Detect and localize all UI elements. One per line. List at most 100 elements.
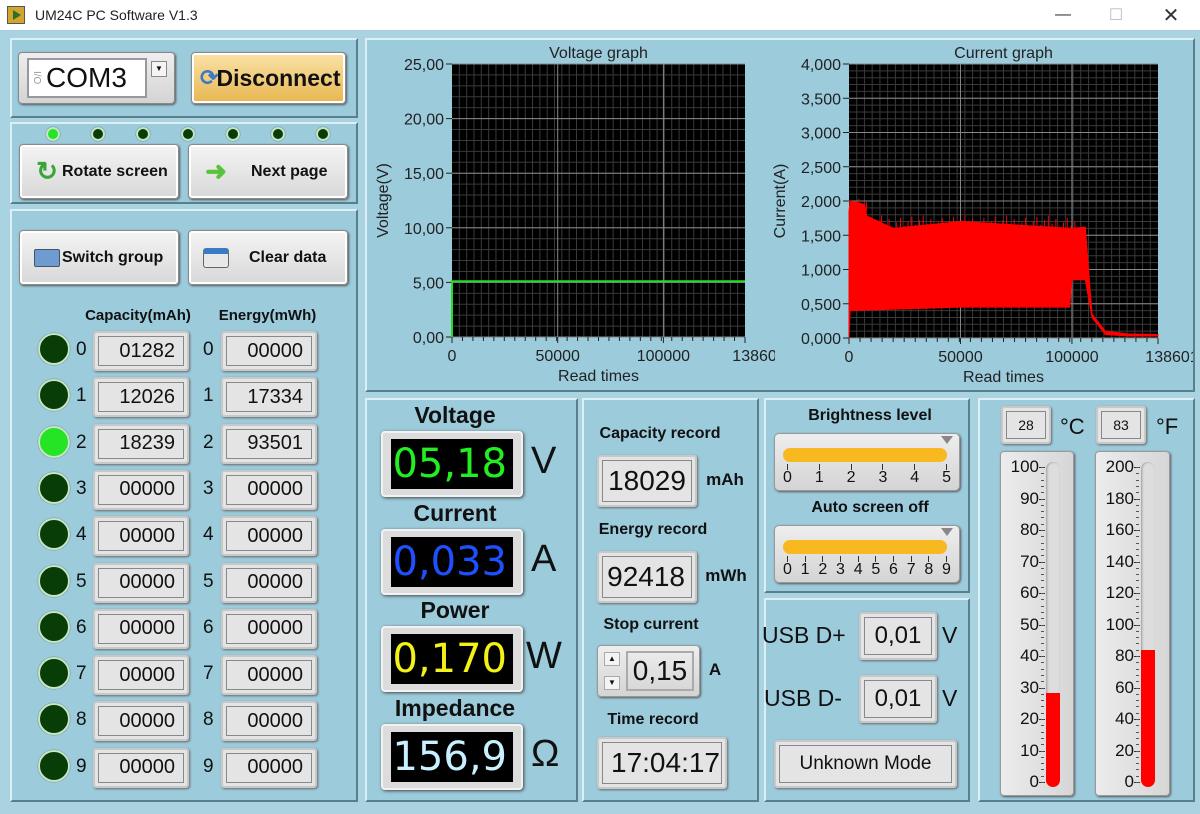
thermometer-minor-tick xyxy=(1136,473,1139,475)
port-select[interactable]: I/O COM3 ▼ xyxy=(18,52,175,104)
celsius-thermometer: 100 90 80 70 60 50 40 30 20 10 0 xyxy=(1000,451,1074,796)
clear-data-button[interactable]: Clear data xyxy=(188,230,348,285)
capacity-value: 00000 xyxy=(93,469,189,510)
thermometer-minor-tick xyxy=(1136,624,1139,626)
group-led xyxy=(38,518,70,551)
arrow-right-icon: ➜ xyxy=(205,156,227,186)
x-tick-label: 100000 xyxy=(1045,349,1098,366)
thermometer-minor-tick xyxy=(1041,605,1044,607)
thermometer-minor-tick xyxy=(1041,763,1044,765)
capacity-value: 00000 xyxy=(93,655,189,696)
celsius-value: 28 xyxy=(1001,406,1051,444)
thermometer-minor-tick xyxy=(1041,555,1044,557)
thermometer-minor-tick xyxy=(1041,706,1044,708)
thermometer-minor-tick xyxy=(1041,593,1044,594)
slider-tick-label: 1 xyxy=(801,556,810,578)
thermometer-minor-tick xyxy=(1041,687,1044,689)
disconnect-button[interactable]: ⟳ Disconnect xyxy=(191,52,346,104)
thermometer-minor-tick xyxy=(1041,561,1044,563)
group-led xyxy=(38,657,70,690)
slider-thumb[interactable] xyxy=(941,436,953,444)
energy-value: 00000 xyxy=(221,516,317,557)
thermometer-minor-tick xyxy=(1136,485,1139,487)
switch-group-button[interactable]: Switch group xyxy=(19,230,179,285)
page-indicator-led xyxy=(316,127,330,141)
voltage-display: 05,18 xyxy=(381,431,523,497)
thermometer-tube xyxy=(1046,462,1060,787)
y-tick-label: 3,500 xyxy=(801,91,841,108)
x-axis-label: Read times xyxy=(963,369,1044,386)
brightness-slider[interactable]: 012345 xyxy=(774,433,960,491)
thermometer-minor-tick xyxy=(1136,725,1139,727)
current-graph: Current graph 0,000 0,500 1,000 1,500 2,000 2,… xyxy=(772,45,1193,386)
slider-scale: 012345 xyxy=(783,464,951,486)
port-value: COM3 xyxy=(46,62,127,93)
power-unit: W xyxy=(526,635,562,677)
energy-value: 00000 xyxy=(221,469,317,510)
thermometer-minor-tick xyxy=(1041,542,1044,544)
thermometer-tick-label: 80 xyxy=(1115,646,1134,665)
thermometer-minor-tick xyxy=(1041,637,1044,639)
thermometer-minor-tick xyxy=(1136,504,1139,506)
title-bar: UM24C PC Software V1.3 — ☐ ✕ xyxy=(0,0,1200,30)
thermometer-minor-tick xyxy=(1041,674,1044,676)
thermometer-minor-tick xyxy=(1136,561,1139,563)
thermometer-tick-label: 20 xyxy=(1020,709,1039,728)
thermometer-tick-label: 90 xyxy=(1020,488,1039,508)
slider-tick-label: 0 xyxy=(783,464,792,486)
close-button[interactable]: ✕ xyxy=(1148,0,1194,30)
screen-off-slider[interactable]: 0123456789 xyxy=(774,525,960,583)
thermometer-minor-tick xyxy=(1136,687,1139,689)
thermometer-minor-tick xyxy=(1136,763,1139,765)
decrement-button[interactable]: ▼ xyxy=(604,676,620,690)
group-index: 9 xyxy=(203,755,214,777)
rotate-screen-button[interactable]: ↻ Rotate screen xyxy=(19,144,179,199)
thermometer-minor-tick xyxy=(1041,467,1044,468)
thermometer-minor-tick xyxy=(1041,744,1044,746)
time-record-value: 17:04:17 xyxy=(597,737,727,789)
slider-scale: 0123456789 xyxy=(783,556,951,578)
chevron-down-icon[interactable]: ▼ xyxy=(151,61,167,77)
increment-button[interactable]: ▲ xyxy=(604,652,620,666)
group-led xyxy=(38,564,70,597)
thermometer-minor-tick xyxy=(1136,586,1139,588)
page-indicator-led xyxy=(136,127,150,141)
group-index: 7 xyxy=(203,663,214,685)
thermometer-minor-tick xyxy=(1136,731,1139,733)
y-tick-label: 20,00 xyxy=(404,112,444,129)
current-display: 0,033 xyxy=(381,528,523,595)
thermometer-minor-tick xyxy=(1041,548,1044,550)
thermometer-tick-label: 140 xyxy=(1105,551,1134,571)
y-tick-label: 1,500 xyxy=(801,228,841,245)
maximize-icon: ☐ xyxy=(1108,7,1124,24)
next-page-button[interactable]: ➜ Next page xyxy=(188,144,348,199)
thermometer-minor-tick xyxy=(1136,530,1139,531)
slider-thumb[interactable] xyxy=(941,528,953,536)
y-tick-label: 1,000 xyxy=(801,263,841,280)
x-tick-label: 0 xyxy=(448,348,457,365)
thermometer-minor-tick xyxy=(1136,693,1139,695)
stop-current-input[interactable]: 0,15 xyxy=(626,651,694,691)
thermometer-minor-tick xyxy=(1041,511,1044,513)
group-led xyxy=(38,425,70,458)
capacity-value: 00000 xyxy=(93,608,189,649)
energy-record-label: Energy record xyxy=(598,521,708,538)
y-tick-label: 4,000 xyxy=(801,57,841,74)
group-index: 2 xyxy=(76,431,87,453)
stop-current-stepper[interactable]: ▲ ▼ 0,15 xyxy=(597,645,700,697)
thermometer-minor-tick xyxy=(1041,618,1044,620)
slider-fill xyxy=(783,448,947,462)
thermometer-minor-tick xyxy=(1136,548,1139,550)
thermometer-minor-tick xyxy=(1136,593,1139,594)
screen-off-label: Auto screen off xyxy=(811,499,929,516)
minimize-button[interactable]: — xyxy=(1040,0,1086,30)
capacity-value: 18239 xyxy=(93,423,189,464)
stop-current-unit: A xyxy=(708,660,722,679)
energy-value: 00000 xyxy=(221,747,317,788)
maximize-button[interactable]: ☐ xyxy=(1093,0,1139,30)
thermometer-minor-tick xyxy=(1136,536,1139,538)
voltage-graph: Voltage graph 0,00 5,00 10,00 15,00 20,00 25,0… xyxy=(375,45,775,385)
slider-tick-label: 9 xyxy=(942,556,951,578)
thermometer-minor-tick xyxy=(1136,662,1139,664)
page-indicator-led xyxy=(91,127,105,141)
